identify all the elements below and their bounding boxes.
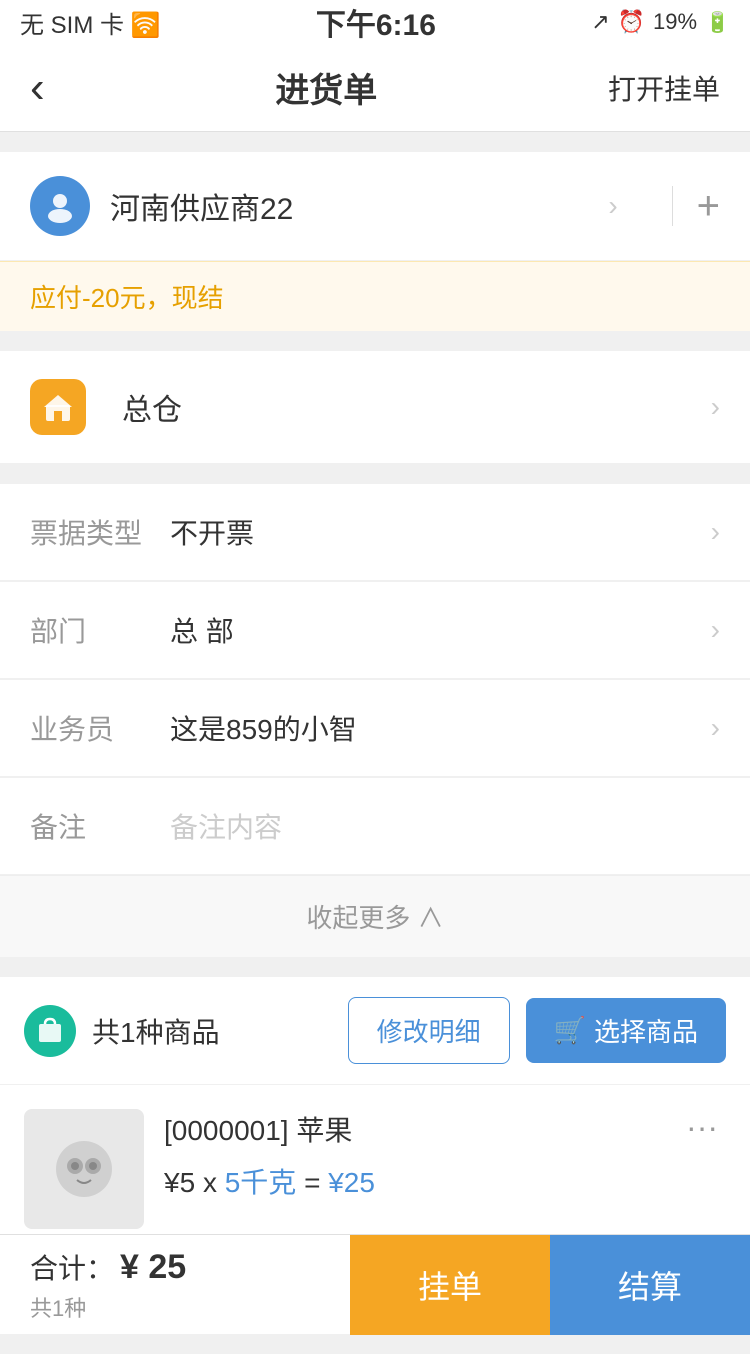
- product-name: [0000001] 苹果: [164, 1109, 678, 1149]
- remark-input[interactable]: 备注内容: [150, 806, 720, 846]
- settle-button[interactable]: 结算: [550, 1235, 750, 1335]
- product-info: [0000001] 苹果 ¥5 x 5千克 = ¥25: [164, 1109, 678, 1201]
- bottom-bar: 合计： ¥ 25 共1种 挂单 结算: [0, 1234, 750, 1334]
- back-button[interactable]: ‹: [30, 63, 45, 113]
- price-multiply: x: [203, 1167, 217, 1198]
- salesman-chevron-icon: ›: [711, 712, 720, 744]
- salesman-value: 这是859的小智: [150, 708, 711, 748]
- supplier-divider: [672, 186, 673, 226]
- price-equals: =: [304, 1167, 320, 1198]
- remark-label: 备注: [30, 806, 150, 846]
- location-icon: ↗: [591, 9, 609, 35]
- summary-total: 合计： ¥ 25: [30, 1247, 350, 1287]
- status-left: 无 SIM 卡 🛜: [20, 5, 161, 40]
- products-header: 共1种商品 修改明细 🛒 选择商品: [0, 977, 750, 1085]
- select-product-button[interactable]: 🛒 选择商品: [526, 998, 726, 1063]
- warehouse-name: 总仓: [106, 385, 711, 429]
- product-more-button[interactable]: ···: [678, 1109, 726, 1146]
- supplier-section: 河南供应商22 › + 应付-20元，现结: [0, 152, 750, 331]
- page-title: 进货单: [275, 63, 377, 112]
- price-total: ¥25: [328, 1167, 375, 1198]
- status-bar: 无 SIM 卡 🛜 下午6:16 ↗ ⏰ 19% 🔋: [0, 0, 750, 44]
- invoice-type-row[interactable]: 票据类型 不开票 ›: [0, 484, 750, 581]
- collapse-bar[interactable]: 收起更多 ∧: [0, 875, 750, 957]
- gap-1: [0, 132, 750, 152]
- department-value: 总 部: [150, 610, 711, 650]
- product-price: ¥5 x 5千克 = ¥25: [164, 1161, 678, 1201]
- invoice-type-value: 不开票: [150, 512, 711, 552]
- supplier-row[interactable]: 河南供应商22 › +: [0, 152, 750, 261]
- supplier-name: 河南供应商22: [110, 184, 608, 228]
- total-label: 合计：: [30, 1247, 114, 1287]
- edit-detail-button[interactable]: 修改明细: [348, 997, 510, 1064]
- product-count-text: 共1种商品: [92, 1011, 332, 1051]
- department-row[interactable]: 部门 总 部 ›: [0, 581, 750, 679]
- product-code: [0000001]: [164, 1115, 289, 1146]
- summary-info: 合计： ¥ 25 共1种: [0, 1247, 350, 1323]
- price-unit: ¥5: [164, 1167, 195, 1198]
- gap-4: [0, 957, 750, 977]
- warehouse-row[interactable]: 总仓 ›: [0, 351, 750, 464]
- status-time: 下午6:16: [316, 0, 436, 44]
- remark-row[interactable]: 备注 备注内容: [0, 777, 750, 875]
- alarm-icon: ⏰: [618, 9, 645, 35]
- gap-3: [0, 464, 750, 484]
- select-product-label: 选择商品: [594, 1012, 698, 1049]
- open-pending-button[interactable]: 打开挂单: [608, 68, 720, 108]
- add-supplier-button[interactable]: +: [697, 186, 720, 226]
- invoice-chevron-icon: ›: [711, 516, 720, 548]
- product-title: 苹果: [296, 1115, 352, 1146]
- gap-2: [0, 331, 750, 351]
- warehouse-icon-bg: [30, 379, 86, 435]
- sim-status: 无 SIM 卡 🛜: [20, 5, 161, 40]
- battery-icon: 🔋: [705, 10, 730, 35]
- total-amount: ¥ 25: [120, 1248, 186, 1287]
- price-quantity: 5千克: [225, 1167, 297, 1198]
- select-product-icon: 🛒: [554, 1015, 586, 1046]
- supplier-chevron-icon: ›: [608, 190, 617, 222]
- department-label: 部门: [30, 610, 150, 650]
- collapse-label: 收起更多 ∧: [306, 903, 443, 933]
- salesman-label: 业务员: [30, 708, 150, 748]
- department-chevron-icon: ›: [711, 614, 720, 646]
- notice-bar: 应付-20元，现结: [0, 261, 750, 331]
- nav-bar: ‹ 进货单 打开挂单: [0, 44, 750, 132]
- product-item: [0000001] 苹果 ¥5 x 5千克 = ¥25 ···: [0, 1085, 750, 1254]
- invoice-type-label: 票据类型: [30, 512, 150, 552]
- product-thumbnail: [24, 1109, 144, 1229]
- battery-status: 19%: [653, 9, 697, 35]
- salesman-row[interactable]: 业务员 这是859的小智 ›: [0, 679, 750, 777]
- products-icon: [24, 1005, 76, 1057]
- warehouse-chevron-icon: ›: [711, 391, 720, 423]
- pending-button[interactable]: 挂单: [350, 1235, 550, 1335]
- supplier-avatar: [30, 176, 90, 236]
- status-right: ↗ ⏰ 19% 🔋: [591, 9, 730, 35]
- summary-count: 共1种: [30, 1291, 350, 1323]
